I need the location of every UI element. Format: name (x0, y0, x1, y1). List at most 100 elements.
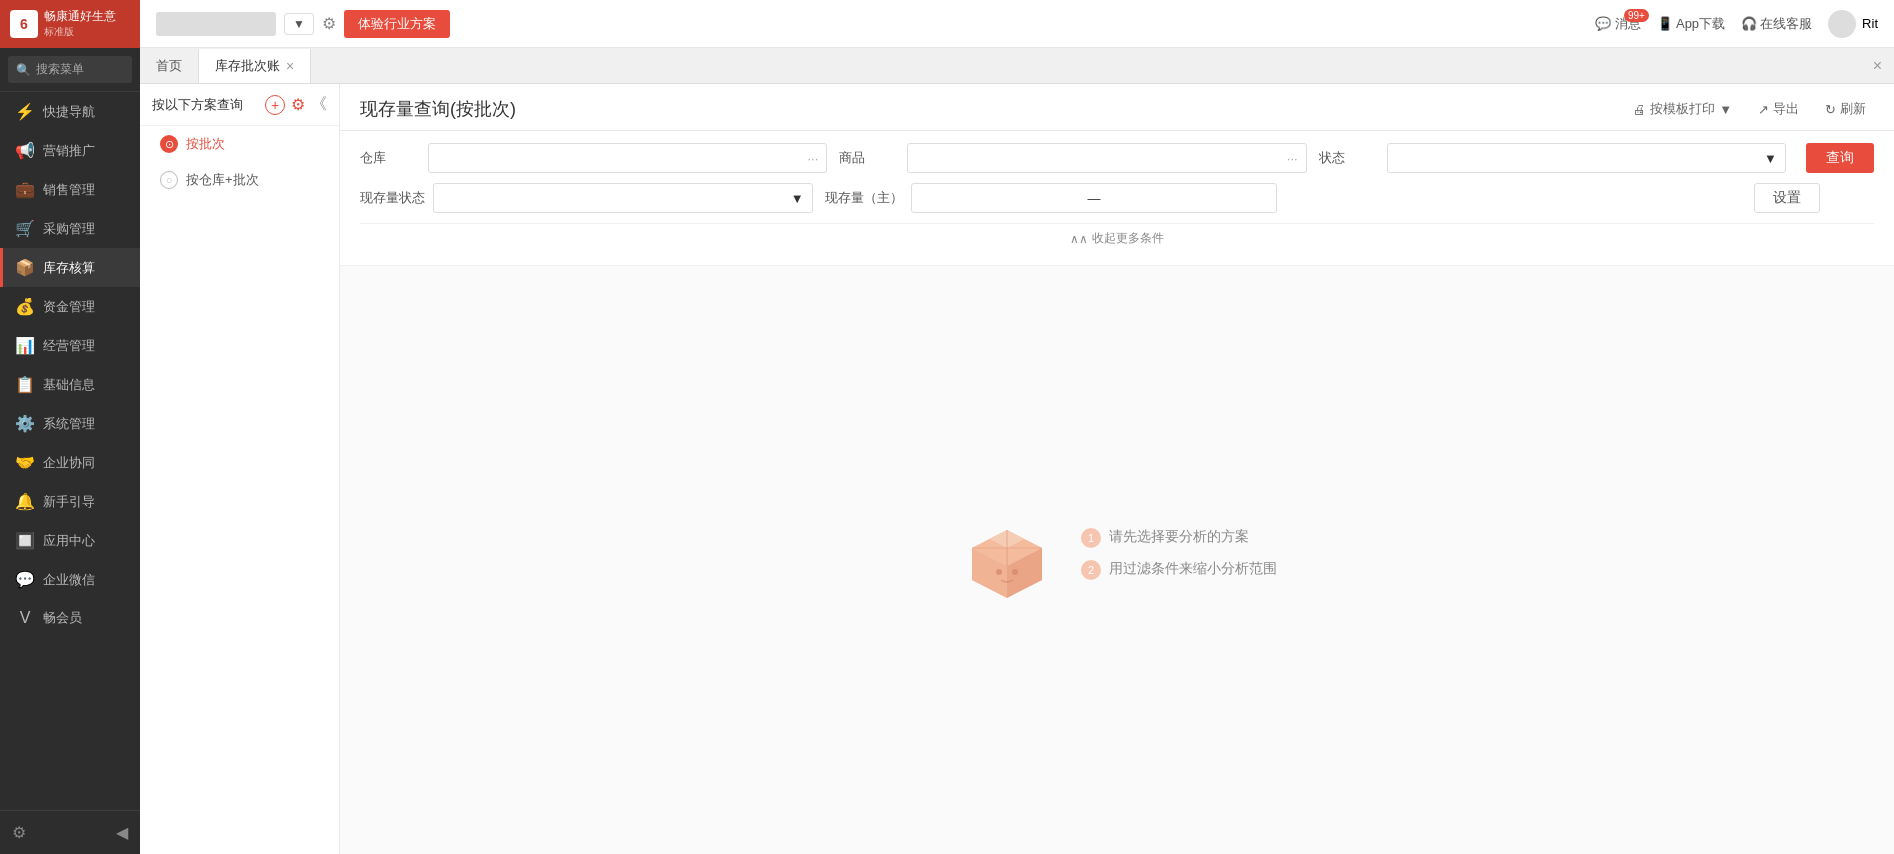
sidebar-item-business[interactable]: 📊 经营管理 (0, 326, 140, 365)
query-button[interactable]: 查询 (1806, 143, 1874, 173)
main-area: ▼ ⚙ 体验行业方案 💬 消息 99+ 📱 App下载 🎧 在线客服 (140, 0, 1894, 854)
left-panel-title: 按以下方案查询 (152, 96, 243, 114)
content-area: 按以下方案查询 + ⚙ 《 ⊙ 按批次 ○ 按仓库+批次 现存量查询(按批次) (140, 84, 1894, 854)
sidebar-item-purchase[interactable]: 🛒 采购管理 (0, 209, 140, 248)
collab-icon: 🤝 (15, 453, 35, 472)
online-service-link[interactable]: 🎧 在线客服 (1741, 15, 1812, 33)
schema-item-by-warehouse-batch[interactable]: ○ 按仓库+批次 (140, 162, 339, 198)
stock-qty-range[interactable]: — (911, 183, 1278, 213)
experience-button[interactable]: 体验行业方案 (344, 10, 450, 38)
schema-icon-gray: ○ (160, 171, 178, 189)
chevron-up-icon: ∧∧ (1070, 232, 1088, 246)
refresh-icon: ↻ (1825, 102, 1836, 117)
status-dropdown-icon: ▼ (1764, 151, 1777, 166)
collapse-left-button[interactable]: 《 (311, 94, 327, 115)
sidebar-search-area: 🔍 搜索菜单 (0, 48, 140, 92)
step-text-2: 用过滤条件来缩小分析范围 (1109, 560, 1277, 578)
empty-state: 1 请先选择要分析的方案 2 用过滤条件来缩小分析范围 (340, 266, 1894, 854)
topbar-gear-button[interactable]: ⚙ (322, 14, 336, 33)
basic-icon: 📋 (15, 375, 35, 394)
warehouse-label: 仓库 (360, 149, 420, 167)
sidebar-item-collab[interactable]: 🤝 企业协同 (0, 443, 140, 482)
left-panel-actions: + ⚙ 《 (265, 94, 327, 115)
stock-status-select[interactable]: ▼ (433, 183, 813, 213)
sidebar-item-system[interactable]: ⚙️ 系统管理 (0, 404, 140, 443)
add-schema-button[interactable]: + (265, 95, 285, 115)
sidebar-item-basic[interactable]: 📋 基础信息 (0, 365, 140, 404)
refresh-button[interactable]: ↻ 刷新 (1817, 96, 1874, 122)
status-select[interactable]: ▼ (1387, 143, 1786, 173)
product-filter: 商品 ··· (839, 143, 1306, 173)
sidebar-item-marketing[interactable]: 📢 营销推广 (0, 131, 140, 170)
topbar-dropdown-button[interactable]: ▼ (284, 13, 314, 35)
sidebar-header: 6 畅康通好生意 标准版 (0, 0, 140, 48)
empty-step-1: 1 请先选择要分析的方案 (1081, 528, 1277, 548)
tab-home[interactable]: 首页 (140, 49, 199, 83)
svg-point-8 (1012, 569, 1018, 575)
user-avatar (1828, 10, 1856, 38)
tab-inventory-batch[interactable]: 库存批次账 × (199, 49, 311, 83)
sidebar-nav: ⚡ 快捷导航 📢 营销推广 💼 销售管理 🛒 采购管理 📦 库存核算 💰 资金管… (0, 92, 140, 810)
print-dropdown-icon: ▼ (1719, 102, 1732, 117)
step-num-1: 1 (1081, 528, 1101, 548)
sidebar-item-inventory[interactable]: 📦 库存核算 (0, 248, 140, 287)
topbar-left: ▼ ⚙ 体验行业方案 (156, 10, 1585, 38)
sidebar-footer: ⚙ ◀ (0, 810, 140, 854)
apps-icon: 🔲 (15, 531, 35, 550)
app-download-link[interactable]: 📱 App下载 (1657, 15, 1725, 33)
topbar-right: 💬 消息 99+ 📱 App下载 🎧 在线客服 Rit (1595, 10, 1878, 38)
sidebar-item-apps[interactable]: 🔲 应用中心 (0, 521, 140, 560)
stock-qty-filter: 现存量（主） — (825, 183, 1278, 213)
phone-icon: 📱 (1657, 16, 1673, 31)
warehouse-dots: ··· (807, 151, 818, 166)
marketing-icon: 📢 (15, 141, 35, 160)
sidebar-item-finance[interactable]: 💰 资金管理 (0, 287, 140, 326)
collapse-sidebar-button[interactable]: ◀ (112, 819, 132, 846)
search-icon: 🔍 (16, 63, 31, 77)
settings-button[interactable]: 设置 (1754, 183, 1820, 213)
empty-illustration (957, 510, 1057, 610)
search-menu-button[interactable]: 🔍 搜索菜单 (8, 56, 132, 83)
schema-label-by-batch: 按批次 (186, 135, 225, 153)
collapse-more-button[interactable]: ∧∧ 收起更多条件 (360, 223, 1874, 253)
user-menu[interactable]: Rit (1828, 10, 1878, 38)
message-badge: 99+ (1624, 9, 1649, 22)
export-button[interactable]: ↗ 导出 (1750, 96, 1807, 122)
tabs-bar: 首页 库存批次账 × × (140, 48, 1894, 84)
sidebar-item-sales[interactable]: 💼 销售管理 (0, 170, 140, 209)
step-num-2: 2 (1081, 560, 1101, 580)
sidebar-item-vip[interactable]: V 畅会员 (0, 599, 140, 637)
user-name: Rit (1862, 16, 1878, 31)
schema-icon-red: ⊙ (160, 135, 178, 153)
filter-row-1: 仓库 ··· 商品 ··· 状态 (360, 143, 1874, 173)
left-panel-header: 按以下方案查询 + ⚙ 《 (140, 84, 339, 126)
product-label: 商品 (839, 149, 899, 167)
sidebar-item-guide[interactable]: 🔔 新手引导 (0, 482, 140, 521)
schema-item-by-batch[interactable]: ⊙ 按批次 (140, 126, 339, 162)
print-icon: 🖨 (1633, 102, 1646, 117)
message-icon: 💬 (1595, 16, 1611, 31)
stock-status-dropdown-icon: ▼ (791, 191, 804, 206)
schema-label-by-warehouse-batch: 按仓库+批次 (186, 171, 259, 189)
sidebar-item-wechat[interactable]: 💬 企业微信 (0, 560, 140, 599)
warehouse-input[interactable]: ··· (428, 143, 827, 173)
headset-icon: 🎧 (1741, 16, 1757, 31)
schema-settings-button[interactable]: ⚙ (291, 95, 305, 114)
page-header: 现存量查询(按批次) 🖨 按模板打印 ▼ ↗ 导出 ↻ 刷新 (340, 84, 1894, 131)
product-input[interactable]: ··· (907, 143, 1306, 173)
topbar-breadcrumb (156, 12, 276, 36)
sales-icon: 💼 (15, 180, 35, 199)
topbar: ▼ ⚙ 体验行业方案 💬 消息 99+ 📱 App下载 🎧 在线客服 (140, 0, 1894, 48)
tab-close-button[interactable]: × (286, 59, 294, 73)
messages-button[interactable]: 💬 消息 99+ (1595, 15, 1641, 33)
sidebar-item-quick-nav[interactable]: ⚡ 快捷导航 (0, 92, 140, 131)
print-button[interactable]: 🖨 按模板打印 ▼ (1625, 96, 1740, 122)
step-text-1: 请先选择要分析的方案 (1109, 528, 1249, 546)
filter-row-2: 现存量状态 ▼ 现存量（主） — (360, 183, 1874, 213)
settings-button[interactable]: ⚙ (8, 819, 30, 846)
filter-area: 仓库 ··· 商品 ··· 状态 (340, 131, 1894, 266)
vip-icon: V (15, 609, 35, 627)
business-icon: 📊 (15, 336, 35, 355)
close-panel-button[interactable]: × (1861, 57, 1894, 75)
finance-icon: 💰 (15, 297, 35, 316)
